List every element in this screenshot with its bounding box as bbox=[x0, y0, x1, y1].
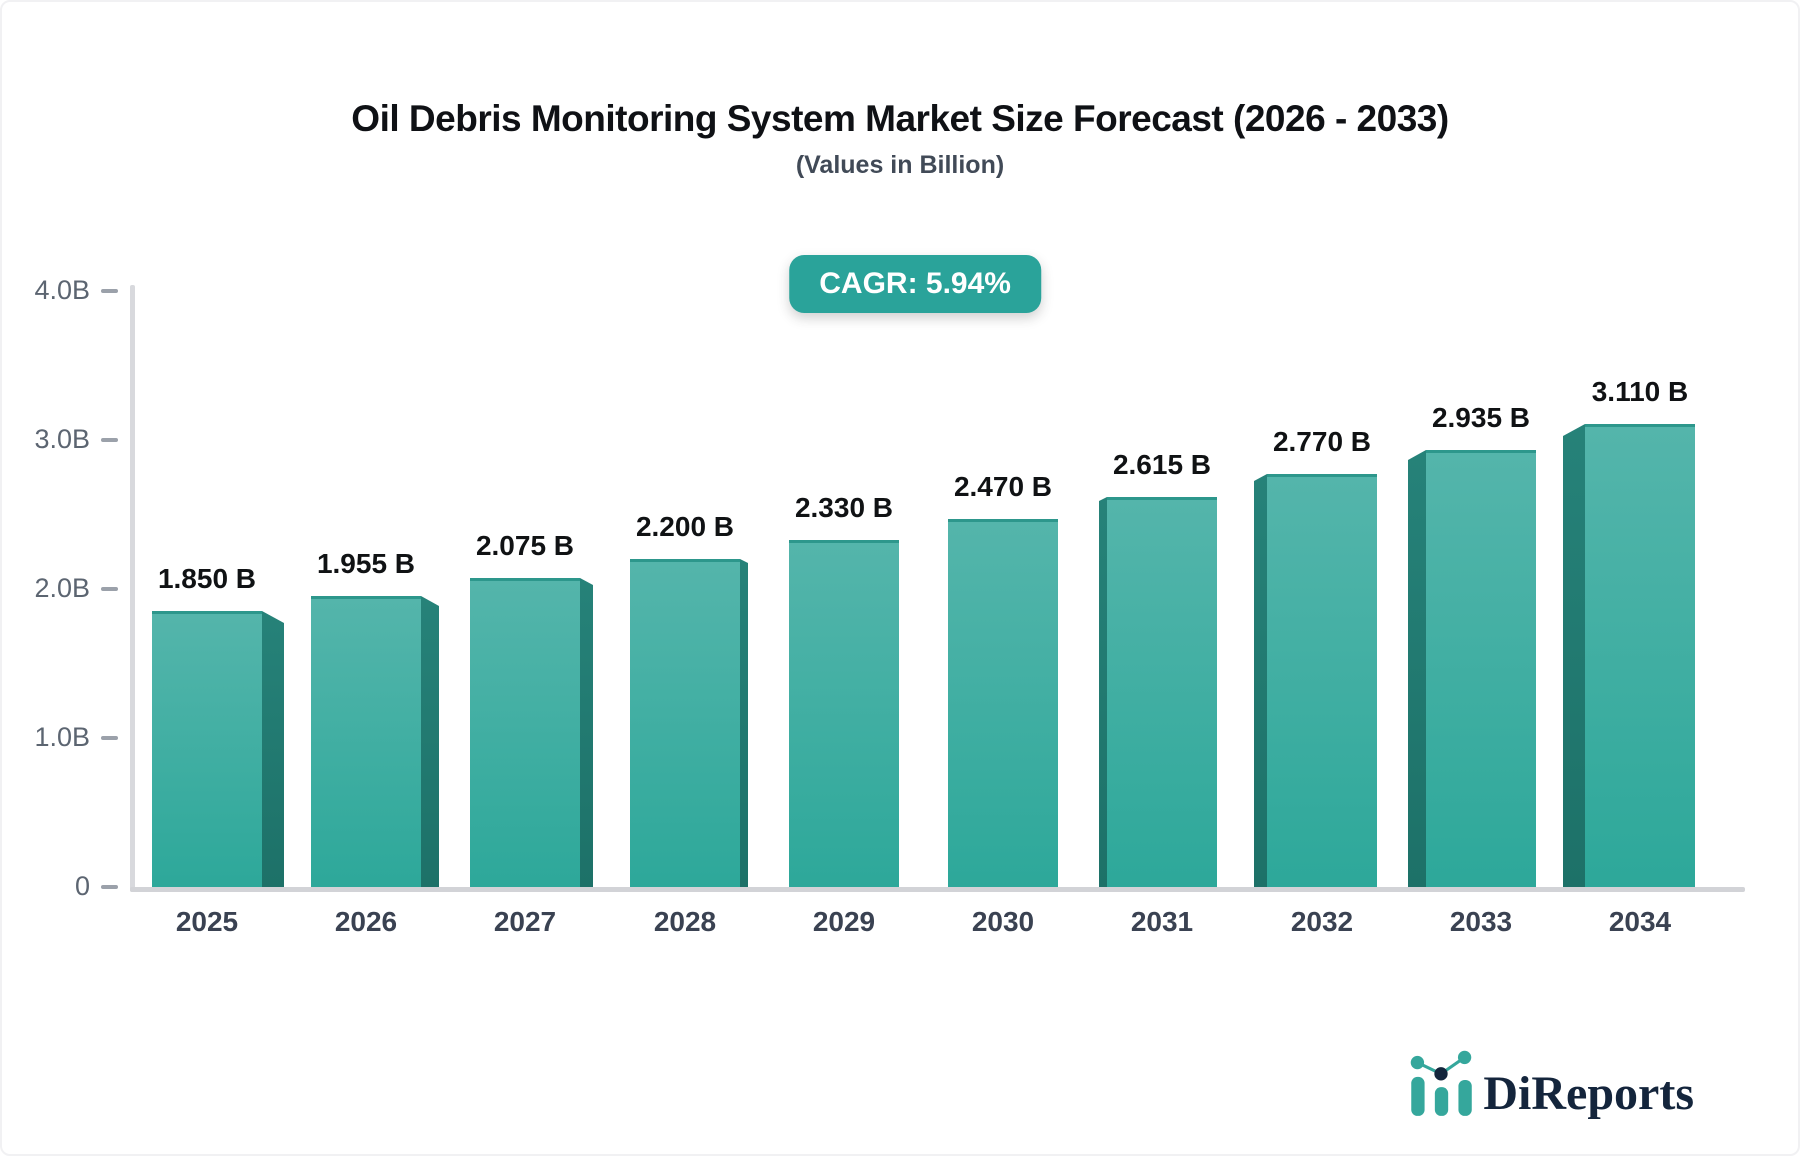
x-tick-label: 2031 bbox=[1130, 906, 1194, 937]
bar bbox=[1585, 424, 1695, 887]
bar-side-face bbox=[1563, 424, 1585, 887]
y-tick-dash bbox=[101, 587, 118, 591]
bar-value-label: 2.075 B bbox=[475, 530, 575, 561]
x-tick-label: 2029 bbox=[812, 906, 876, 937]
bar bbox=[470, 578, 580, 887]
bar-side-face bbox=[580, 578, 593, 887]
x-tick-label: 2032 bbox=[1290, 906, 1354, 937]
bar-value-label: 2.770 B bbox=[1272, 426, 1372, 457]
bar-side-face bbox=[1099, 497, 1107, 887]
y-tick-dash bbox=[101, 438, 118, 442]
bar-value-label: 2.330 B bbox=[794, 492, 894, 523]
bar-value-label: 1.850 B bbox=[157, 563, 257, 594]
x-tick-label: 2034 bbox=[1608, 906, 1672, 937]
y-tick-label: 3.0B bbox=[34, 424, 90, 454]
bar-chart-plot-area: 4.0B 3.0B 2.0B 1.0B 0 1.850 B 2025 1.955 B 2026 2… bbox=[2, 2, 1798, 1154]
x-tick-label: 2027 bbox=[493, 906, 557, 937]
x-tick-label: 2025 bbox=[175, 906, 239, 937]
mini-bar-line-chart-icon bbox=[1411, 1050, 1473, 1116]
bar-value-label: 2.615 B bbox=[1112, 449, 1212, 480]
bar bbox=[948, 519, 1058, 887]
bar-side-face bbox=[262, 611, 284, 887]
y-tick-dash bbox=[101, 736, 118, 740]
chart-card: Oil Debris Monitoring System Market Size… bbox=[0, 0, 1800, 1156]
bar-value-label: 3.110 B bbox=[1591, 376, 1689, 407]
x-tick-label: 2026 bbox=[334, 906, 398, 937]
x-tick-label: 2033 bbox=[1449, 906, 1513, 937]
bar bbox=[1107, 497, 1217, 887]
bar-value-label: 2.200 B bbox=[635, 511, 735, 542]
logo-text: DiReports bbox=[1483, 1067, 1694, 1120]
bar bbox=[1426, 450, 1536, 887]
bar bbox=[789, 540, 899, 887]
y-tick-dash bbox=[101, 289, 118, 293]
bar-value-label: 2.470 B bbox=[953, 471, 1053, 502]
bar-value-label: 1.955 B bbox=[316, 548, 416, 579]
bar-side-face bbox=[1254, 474, 1267, 887]
bar-side-face bbox=[421, 596, 439, 887]
x-tick-label: 2030 bbox=[971, 906, 1035, 937]
bar bbox=[311, 596, 421, 887]
y-tick-label: 4.0B bbox=[34, 275, 90, 305]
bar-side-face bbox=[740, 559, 748, 887]
y-tick-label: 0 bbox=[74, 871, 90, 901]
y-tick-dash bbox=[101, 885, 118, 889]
bar bbox=[1267, 474, 1377, 887]
y-tick-label: 1.0B bbox=[34, 722, 90, 752]
bar-side-face bbox=[1408, 450, 1426, 887]
x-baseline bbox=[130, 887, 1745, 892]
bar bbox=[630, 559, 740, 887]
x-tick-label: 2028 bbox=[653, 906, 717, 937]
bar bbox=[152, 611, 262, 887]
y-tick-label: 2.0B bbox=[34, 573, 90, 603]
bar-value-label: 2.935 B bbox=[1431, 402, 1531, 433]
direports-logo: DiReports bbox=[1405, 1040, 1694, 1120]
